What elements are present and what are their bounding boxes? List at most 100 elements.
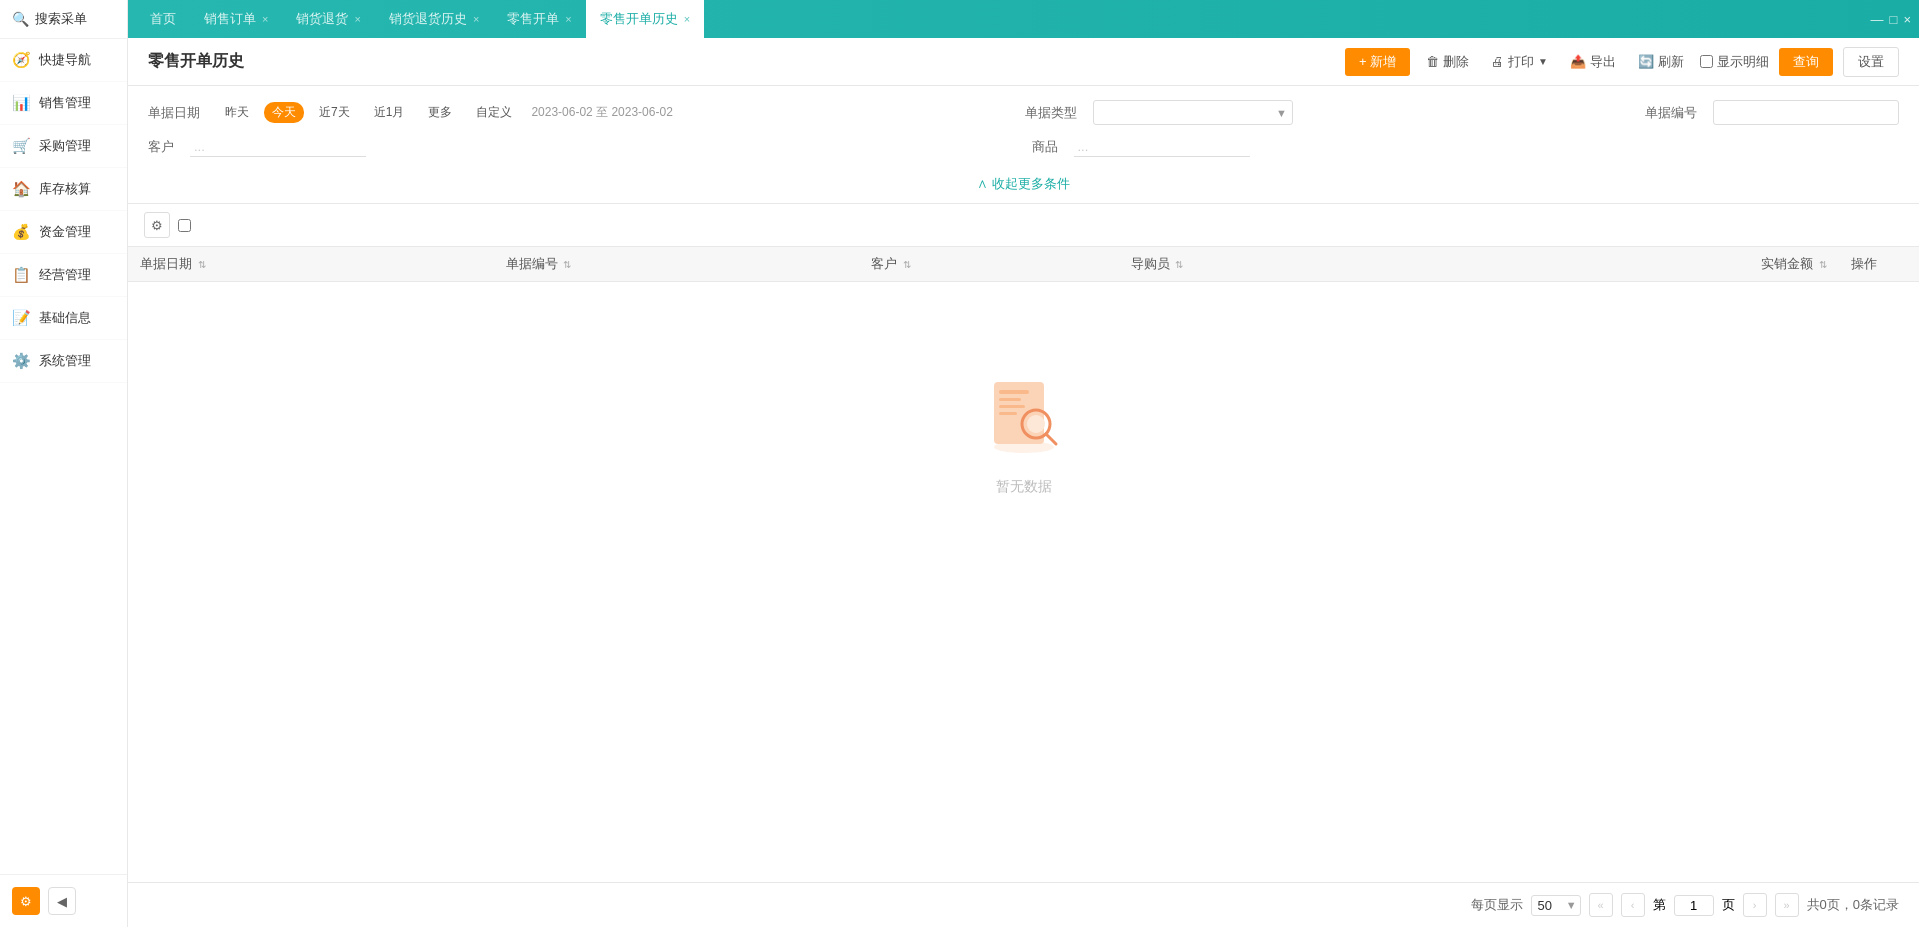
delete-button[interactable]: 🗑 删除 [1420, 49, 1475, 75]
page-suffix: 页 [1722, 896, 1735, 914]
page-total: 共0页，0条记录 [1807, 896, 1899, 914]
show-detail-checkbox[interactable] [1700, 55, 1713, 68]
prev-page-btn[interactable]: ‹ [1621, 893, 1645, 917]
collapse-more-btn[interactable]: ∧ 收起更多条件 [148, 169, 1899, 199]
customer-input[interactable] [190, 137, 366, 157]
sidebar-search-label: 搜索采单 [35, 10, 87, 28]
data-table: 单据日期 ⇅ 单据编号 ⇅ 客户 ⇅ 导购员 ⇅ [128, 247, 1919, 576]
tab-sales-return-history-close[interactable]: × [473, 13, 479, 25]
base-info-icon: 📝 [12, 309, 31, 327]
window-controls: — □ × [1871, 12, 1911, 27]
tab-sales-order-close[interactable]: × [262, 13, 268, 25]
goods-input[interactable] [1074, 137, 1250, 157]
sidebar-item-finance[interactable]: 💰 资金管理 [0, 211, 127, 254]
tab-sales-return-close[interactable]: × [354, 13, 360, 25]
date-more-btn[interactable]: 更多 [419, 101, 461, 124]
table-area: ⚙ 单据日期 ⇅ 单据编号 ⇅ [128, 204, 1919, 882]
th-date-sort-icon: ⇅ [198, 259, 206, 270]
type-select[interactable] [1093, 100, 1293, 125]
export-icon: 📤 [1570, 54, 1586, 69]
setting-button[interactable]: 设置 [1843, 47, 1899, 77]
refresh-button[interactable]: 🔄 刷新 [1632, 49, 1690, 75]
query-button[interactable]: 查询 [1779, 48, 1833, 76]
export-label: 导出 [1590, 53, 1616, 71]
th-date[interactable]: 单据日期 ⇅ [128, 247, 494, 282]
sidebar-item-label: 快捷导航 [39, 51, 91, 69]
sidebar-item-label: 经营管理 [39, 266, 91, 284]
table-body: 暂无数据 [128, 282, 1919, 577]
sidebar-item-label: 基础信息 [39, 309, 91, 327]
sidebar-item-label: 资金管理 [39, 223, 91, 241]
show-detail-label-text: 显示明细 [1717, 53, 1769, 71]
sidebar-item-base-info[interactable]: 📝 基础信息 [0, 297, 127, 340]
svg-rect-3 [999, 398, 1021, 401]
tab-retail-history-label: 零售开单历史 [600, 10, 678, 28]
collapse-more-label: ∧ 收起更多条件 [977, 175, 1070, 193]
tab-sales-return-label: 销货退货 [296, 10, 348, 28]
first-page-btn[interactable]: « [1589, 893, 1613, 917]
collapse-sidebar-button[interactable]: ◀ [48, 887, 76, 915]
num-input[interactable] [1713, 100, 1899, 125]
th-action-label: 操作 [1851, 256, 1877, 271]
th-num-sort-icon: ⇅ [563, 259, 571, 270]
th-amount[interactable]: 实销金额 ⇅ [1431, 247, 1839, 282]
tab-home-label: 首页 [150, 10, 176, 28]
empty-illustration [974, 362, 1074, 462]
date-yesterday-btn[interactable]: 昨天 [216, 101, 258, 124]
minimize-button[interactable]: — [1871, 12, 1884, 27]
th-customer[interactable]: 客户 ⇅ [859, 247, 1119, 282]
collapse-icon: ◀ [57, 894, 67, 909]
sidebar-item-sys-mgmt[interactable]: ⚙️ 系统管理 [0, 340, 127, 383]
sidebar-bottom: ⚙ ◀ [0, 874, 127, 927]
sidebar-item-sales-mgmt[interactable]: 📊 销售管理 [0, 82, 127, 125]
tab-retail-open-close[interactable]: × [565, 13, 571, 25]
svg-rect-5 [999, 412, 1017, 415]
empty-text: 暂无数据 [996, 478, 1052, 496]
sidebar-item-operations[interactable]: 📋 经营管理 [0, 254, 127, 297]
export-button[interactable]: 📤 导出 [1564, 49, 1622, 75]
svg-rect-4 [999, 405, 1025, 408]
next-page-btn[interactable]: › [1743, 893, 1767, 917]
table-settings-btn[interactable]: ⚙ [144, 212, 170, 238]
tab-sales-order-label: 销售订单 [204, 10, 256, 28]
close-window-button[interactable]: × [1903, 12, 1911, 27]
maximize-button[interactable]: □ [1890, 12, 1898, 27]
sidebar-item-purchase-mgmt[interactable]: 🛒 采购管理 [0, 125, 127, 168]
th-guide[interactable]: 导购员 ⇅ [1119, 247, 1432, 282]
new-button[interactable]: + 新增 [1345, 48, 1410, 76]
print-button[interactable]: 🖨 打印 ▼ [1485, 49, 1554, 75]
table-gear-icon: ⚙ [151, 218, 163, 233]
date-today-btn[interactable]: 今天 [264, 102, 304, 123]
tab-sales-return[interactable]: 销货退货 × [282, 0, 374, 38]
tab-home[interactable]: 首页 [136, 0, 190, 38]
last-page-btn[interactable]: » [1775, 893, 1799, 917]
date-range-display: 2023-06-02 至 2023-06-02 [531, 104, 672, 121]
per-page-label: 每页显示 [1471, 896, 1523, 914]
th-num[interactable]: 单据编号 ⇅ [494, 247, 860, 282]
date-1month-btn[interactable]: 近1月 [365, 101, 414, 124]
page-num-input[interactable] [1674, 895, 1714, 916]
content-area: 零售开单历史 + 新增 🗑 删除 🖨 打印 ▼ 📤 导出 🔄 [128, 38, 1919, 927]
tab-retail-history[interactable]: 零售开单历史 × [586, 0, 704, 38]
settings-button[interactable]: ⚙ [12, 887, 40, 915]
sidebar-search[interactable]: 🔍 搜索采单 [0, 0, 127, 39]
show-detail-toggle[interactable]: 显示明细 [1700, 53, 1769, 71]
tab-retail-history-close[interactable]: × [684, 13, 690, 25]
select-all-checkbox[interactable] [178, 219, 191, 232]
th-customer-label: 客户 [871, 256, 897, 271]
delete-icon: 🗑 [1426, 54, 1439, 69]
tab-retail-open[interactable]: 零售开单 × [493, 0, 585, 38]
tab-sales-order[interactable]: 销售订单 × [190, 0, 282, 38]
date-7days-btn[interactable]: 近7天 [310, 101, 359, 124]
sidebar: 🔍 搜索采单 🧭 快捷导航 📊 销售管理 🛒 采购管理 🏠 库存核算 💰 资金管… [0, 0, 128, 927]
sidebar-item-inventory[interactable]: 🏠 库存核算 [0, 168, 127, 211]
date-custom-btn[interactable]: 自定义 [467, 101, 521, 124]
th-num-label: 单据编号 [506, 256, 558, 271]
per-page-select[interactable]: 50 10 20 100 [1531, 895, 1581, 916]
sidebar-item-quick-nav[interactable]: 🧭 快捷导航 [0, 39, 127, 82]
th-amount-label: 实销金额 [1761, 256, 1813, 271]
main-area: 首页 销售订单 × 销货退货 × 销货退货历史 × 零售开单 × 零售开单历史 … [128, 0, 1919, 927]
tab-sales-return-history[interactable]: 销货退货历史 × [375, 0, 493, 38]
num-label: 单据编号 [1645, 104, 1697, 122]
inventory-icon: 🏠 [12, 180, 31, 198]
